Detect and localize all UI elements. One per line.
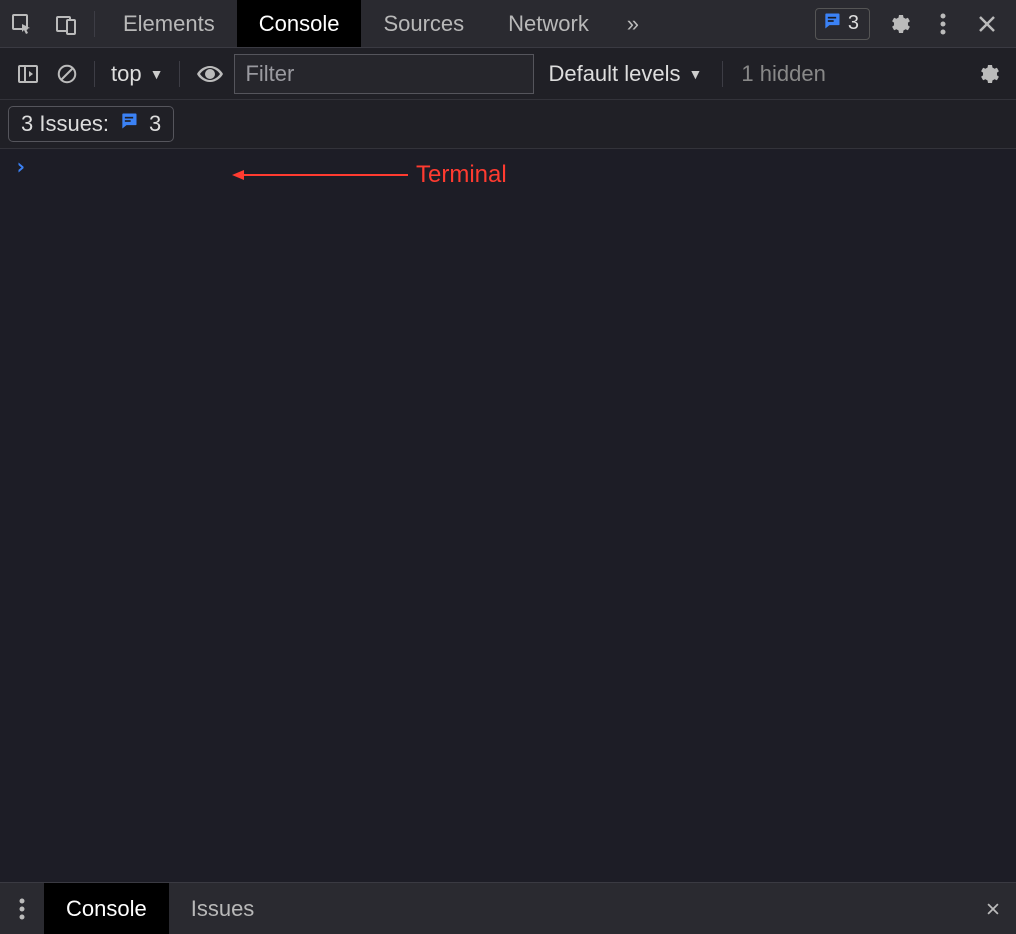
inspect-element-icon[interactable]: [0, 0, 44, 48]
issues-row: 3 Issues: 3: [0, 100, 1016, 149]
separator: [179, 61, 180, 87]
drawer-tab-console[interactable]: Console: [44, 883, 169, 934]
settings-gear-icon[interactable]: [884, 9, 914, 39]
chat-icon: [119, 111, 139, 137]
log-levels-selector[interactable]: Default levels ▼: [538, 61, 712, 87]
separator: [722, 61, 723, 87]
drawer-tabbar: Console Issues: [0, 882, 1016, 934]
devtools-tabbar: Elements Console Sources Network » 3: [0, 0, 1016, 48]
tabbar-left: Elements Console Sources Network »: [0, 0, 655, 47]
live-expression-icon[interactable]: [190, 57, 230, 91]
console-toolbar: top ▼ Filter Default levels ▼ 1 hidden: [0, 48, 1016, 100]
chat-icon: [822, 11, 842, 37]
drawer-kebab-icon[interactable]: [0, 894, 44, 924]
filter-input[interactable]: Filter: [234, 54, 534, 94]
toggle-console-sidebar-icon[interactable]: [10, 57, 46, 91]
issues-pill-label: 3 Issues:: [21, 111, 109, 137]
device-toggle-icon[interactable]: [44, 0, 88, 48]
close-drawer-icon[interactable]: [986, 894, 1016, 924]
context-selector[interactable]: top ▼: [105, 61, 169, 87]
tab-network[interactable]: Network: [486, 0, 611, 47]
tab-console[interactable]: Console: [237, 0, 362, 47]
annotation-label: Terminal: [416, 161, 507, 189]
hidden-messages-count[interactable]: 1 hidden: [733, 61, 833, 87]
more-tabs-icon[interactable]: »: [611, 0, 655, 48]
separator: [94, 11, 95, 37]
console-settings-gear-icon[interactable]: [970, 57, 1006, 91]
separator: [94, 61, 95, 87]
tab-elements[interactable]: Elements: [101, 0, 237, 47]
console-prompt-icon: ›: [14, 155, 27, 180]
chevron-down-icon: ▼: [689, 66, 703, 82]
close-devtools-icon[interactable]: [972, 9, 1002, 39]
tabbar-right: 3: [815, 8, 1016, 40]
console-body[interactable]: › Terminal: [0, 149, 1016, 882]
context-selector-label: top: [111, 61, 142, 87]
drawer-tab-issues[interactable]: Issues: [169, 883, 277, 934]
clear-console-icon[interactable]: [50, 57, 84, 91]
tab-sources[interactable]: Sources: [361, 0, 486, 47]
filter-placeholder: Filter: [245, 61, 294, 87]
issues-pill-count: 3: [149, 111, 161, 137]
issues-pill[interactable]: 3 Issues: 3: [8, 106, 174, 142]
chevron-down-icon: ▼: [150, 66, 164, 82]
annotation-terminal: Terminal: [230, 161, 507, 189]
issues-badge[interactable]: 3: [815, 8, 870, 40]
kebab-menu-icon[interactable]: [928, 9, 958, 39]
issues-badge-count: 3: [848, 12, 859, 35]
log-levels-label: Default levels: [548, 61, 680, 87]
